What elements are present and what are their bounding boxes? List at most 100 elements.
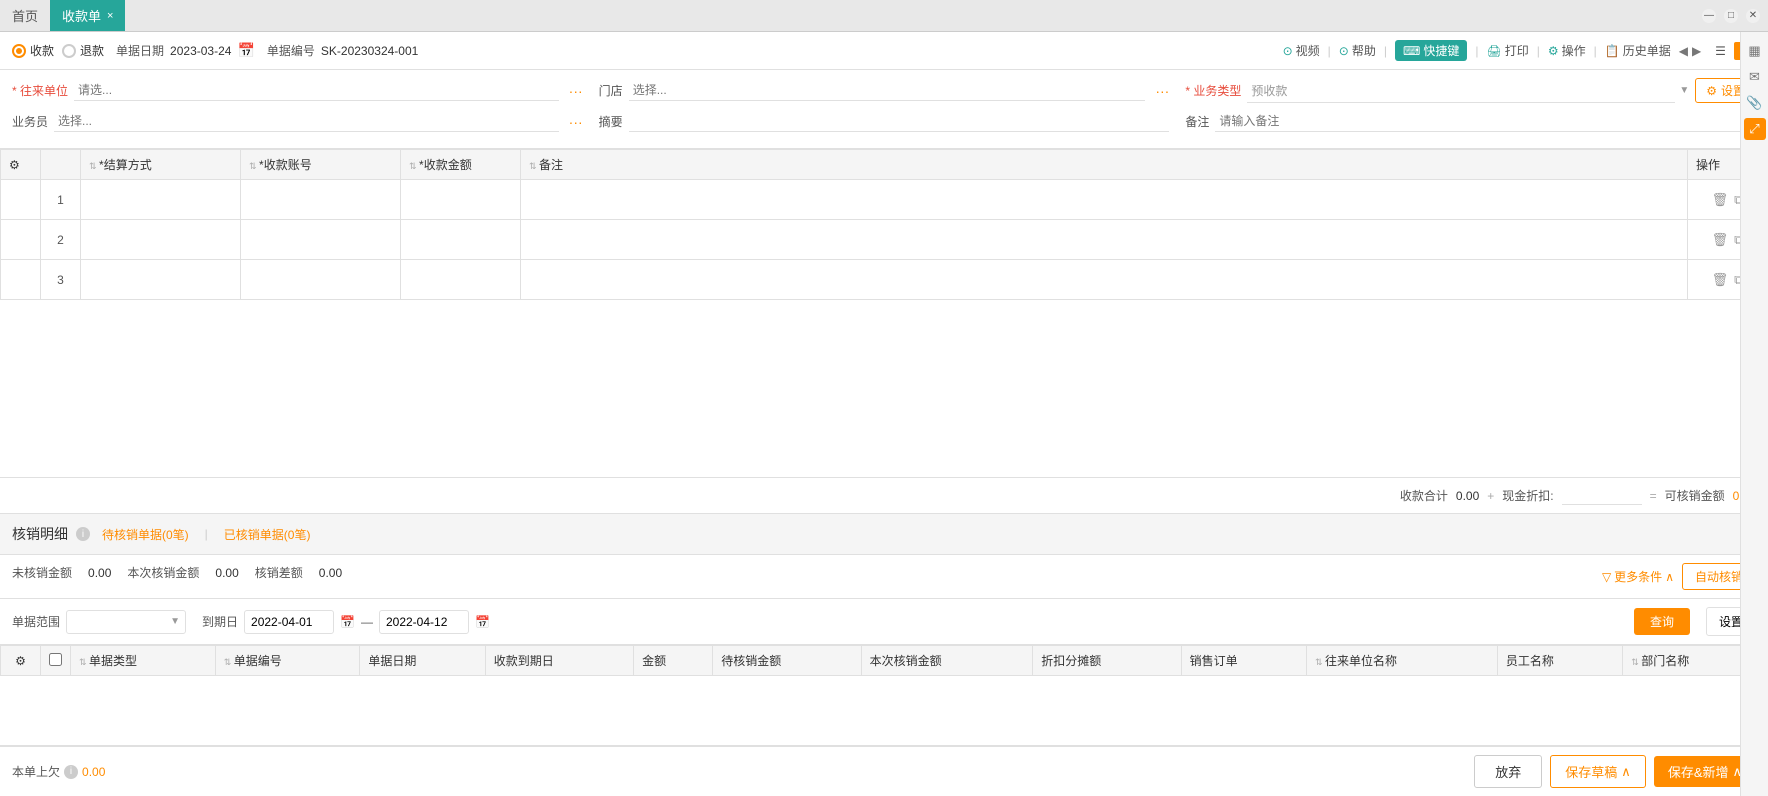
table-row: 1 🗑 ⧉ <box>1 180 1768 220</box>
staff-more-icon[interactable]: ··· <box>569 114 583 130</box>
tab-receipt-close[interactable]: × <box>107 10 113 22</box>
staff-input[interactable] <box>54 111 559 132</box>
radio-refund[interactable]: 退款 <box>62 42 104 59</box>
pending-tab[interactable]: 待核销单据(0笔) <box>98 526 193 543</box>
video-label: 视频 <box>1296 42 1320 59</box>
summary-input[interactable] <box>629 111 1170 132</box>
td-account-1[interactable] <box>241 180 401 220</box>
remark-label: 备注 <box>1185 113 1209 130</box>
summary-label: 摘要 <box>599 113 623 130</box>
sth-sales-order: 销售订单 <box>1181 646 1306 676</box>
sidebar-mail-icon[interactable]: ✉ <box>1744 66 1766 88</box>
tab-home-label: 首页 <box>12 6 38 25</box>
td-payment-1[interactable] <box>81 180 241 220</box>
sidebar-expand-icon[interactable]: ⤢ <box>1744 118 1766 140</box>
help-button[interactable]: ⊙ 帮助 <box>1339 42 1376 59</box>
th-account-label: *收款账号 <box>259 158 312 172</box>
td-amount-1[interactable] <box>401 180 521 220</box>
store-more-icon[interactable]: ··· <box>1155 83 1169 99</box>
date-from-input[interactable] <box>244 610 334 634</box>
bottom-info-icon[interactable]: i <box>64 765 78 779</box>
table-row: 3 🗑 ⧉ <box>1 260 1768 300</box>
shortcut-icon: ⌨ <box>1403 44 1420 58</box>
sidebar-clip-icon[interactable]: 📎 <box>1744 92 1766 114</box>
partner-more-icon[interactable]: ··· <box>569 83 583 99</box>
operations-button[interactable]: ⚙ 操作 <box>1548 42 1586 59</box>
close-button[interactable]: ✕ <box>1746 9 1760 23</box>
filter-chevron-icon: ∧ <box>1665 570 1674 584</box>
form-row-2: 业务员 ··· 摘要 备注 <box>12 111 1756 132</box>
print-label: 打印 <box>1505 42 1529 59</box>
td-remark-3[interactable] <box>521 260 1688 300</box>
abandon-button[interactable]: 放弃 <box>1474 755 1542 788</box>
delete-icon-3[interactable]: 🗑 <box>1712 272 1729 288</box>
verification-stats: 未核销金额 0.00 本次核销金额 0.00 核销差额 0.00 <box>12 564 342 581</box>
maximize-button[interactable]: □ <box>1724 9 1738 23</box>
remark-input[interactable] <box>1215 111 1756 132</box>
td-amount-3[interactable] <box>401 260 521 300</box>
date-to-input[interactable] <box>379 610 469 634</box>
sth-settings[interactable]: ⚙ <box>1 646 41 676</box>
video-button[interactable]: ⊙ 视频 <box>1283 42 1320 59</box>
data-table: ⚙ ⇅ *结算方式 ⇅ *收款账号 ⇅ *收款金额 <box>0 149 1768 300</box>
bottom-actions: 放弃 保存草稿 ∧ 保存&新增 ∧ <box>1474 755 1756 788</box>
list-view-btn[interactable]: ☰ <box>1709 42 1732 60</box>
help-icon: ⊙ <box>1339 44 1349 58</box>
td-payment-3[interactable] <box>81 260 241 300</box>
radio-receive-circle <box>12 44 26 58</box>
store-input[interactable] <box>629 80 1146 101</box>
biz-type-field: 业务类型 预收款 ▼ ⚙ 设置 <box>1185 78 1756 103</box>
th-settings[interactable]: ⚙ <box>1 150 41 180</box>
sth-current-amount: 本次核销金额 <box>861 646 1033 676</box>
td-rownum-2: 2 <box>41 220 81 260</box>
radio-receive[interactable]: 收款 <box>12 42 54 59</box>
radio-refund-label: 退款 <box>80 42 104 59</box>
td-account-3[interactable] <box>241 260 401 300</box>
main-content: 收款 退款 单据日期 2023-03-24 📅 单据编号 SK-20230324… <box>0 32 1768 796</box>
more-conditions-btn[interactable]: ▽ 更多条件 ∧ <box>1602 568 1674 585</box>
history-label: 历史单据 <box>1623 42 1671 59</box>
section-title: 核销明细 <box>12 524 68 544</box>
print-icon: 🖨 <box>1486 44 1501 58</box>
td-amount-2[interactable] <box>401 220 521 260</box>
radio-refund-circle <box>62 44 76 58</box>
select-all-checkbox[interactable] <box>49 653 62 666</box>
minimize-button[interactable]: — <box>1702 9 1716 23</box>
nav-prev[interactable]: ◀ <box>1679 44 1688 58</box>
sidebar-table-icon[interactable]: ▦ <box>1744 40 1766 62</box>
date-from-calendar-icon[interactable]: 📅 <box>340 615 355 629</box>
th-account: ⇅ *收款账号 <box>241 150 401 180</box>
nav-next[interactable]: ▶ <box>1692 44 1701 58</box>
partner-input[interactable] <box>74 80 559 101</box>
tab-home[interactable]: 首页 <box>0 0 50 31</box>
partner-field: 往来单位 ··· <box>12 80 583 101</box>
discount-input[interactable] <box>1562 486 1642 505</box>
td-account-2[interactable] <box>241 220 401 260</box>
tab-receipt[interactable]: 收款单 × <box>50 0 125 31</box>
calendar-icon[interactable]: 📅 <box>237 42 254 59</box>
done-tab[interactable]: 已核销单据(0笔) <box>220 526 315 543</box>
sth-staff-name: 员工名称 <box>1497 646 1622 676</box>
section-info-icon[interactable]: i <box>76 527 90 541</box>
tab-separator: | <box>201 527 212 541</box>
sth-pending-amount: 待核销金额 <box>713 646 861 676</box>
sth-doc-type: ⇅ 单据类型 <box>71 646 216 676</box>
sth-checkbox[interactable] <box>41 646 71 676</box>
query-button[interactable]: 查询 <box>1634 608 1690 635</box>
biz-type-dropdown-arrow[interactable]: ▼ <box>1679 85 1689 96</box>
delete-icon-2[interactable]: 🗑 <box>1712 232 1729 248</box>
history-button[interactable]: 📋 历史单据 <box>1605 42 1671 59</box>
td-remark-1[interactable] <box>521 180 1688 220</box>
sth-doc-num: ⇅ 单据编号 <box>215 646 360 676</box>
th-payment-method: ⇅ *结算方式 <box>81 150 241 180</box>
print-button[interactable]: 🖨 打印 <box>1486 42 1528 59</box>
td-payment-2[interactable] <box>81 220 241 260</box>
range-select[interactable] <box>66 610 186 634</box>
date-to-calendar-icon[interactable]: 📅 <box>475 615 490 629</box>
th-remark: ⇅ 备注 <box>521 150 1688 180</box>
shortcut-button[interactable]: ⌨ 快捷键 <box>1395 40 1467 61</box>
delete-icon-1[interactable]: 🗑 <box>1712 192 1729 208</box>
td-remark-2[interactable] <box>521 220 1688 260</box>
save-draft-button[interactable]: 保存草稿 ∧ <box>1550 755 1646 788</box>
sth-doc-date: 单据日期 <box>360 646 485 676</box>
